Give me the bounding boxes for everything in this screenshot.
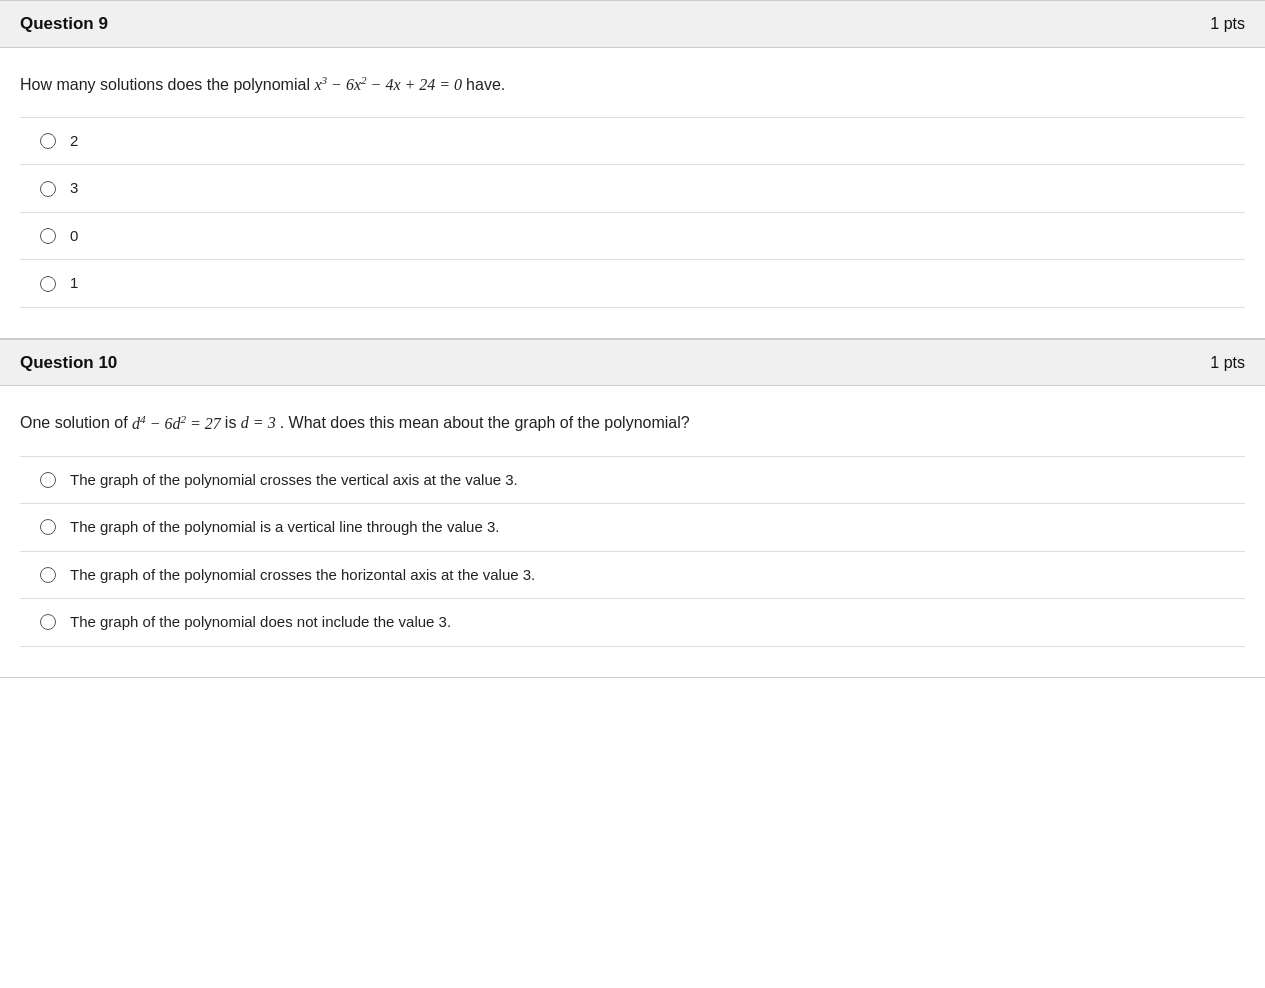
question-9-block: Question 9 1 pts How many solutions does…: [0, 0, 1265, 339]
option-label-q10-cv: The graph of the polynomial crosses the …: [70, 469, 518, 492]
option-label-q10-ni: The graph of the polynomial does not inc…: [70, 611, 451, 634]
question-10-pts: 1 pts: [1210, 351, 1245, 375]
question-10-option-crosses-vertical[interactable]: The graph of the polynomial crosses the …: [20, 457, 1245, 505]
question-9-text: How many solutions does the polynomial x…: [20, 72, 1245, 97]
question-10-header: Question 10 1 pts: [0, 339, 1265, 387]
question-10-option-not-include[interactable]: The graph of the polynomial does not inc…: [20, 599, 1245, 647]
radio-q10-ch: [40, 567, 56, 583]
question-10-block: Question 10 1 pts One solution of d4 − 6…: [0, 339, 1265, 678]
question-10-option-crosses-horizontal[interactable]: The graph of the polynomial crosses the …: [20, 552, 1245, 600]
radio-q10-cv: [40, 472, 56, 488]
option-label-q10-vl: The graph of the polynomial is a vertica…: [70, 516, 499, 539]
question-10-option-vertical-line[interactable]: The graph of the polynomial is a vertica…: [20, 504, 1245, 552]
question-10-text: One solution of d4 − 6d2 = 27 is d = 3 .…: [20, 410, 1245, 435]
radio-q10-ni: [40, 614, 56, 630]
question-9-option-1[interactable]: 1: [20, 260, 1245, 308]
option-label-q9-1: 1: [70, 272, 78, 295]
option-label-q10-ch: The graph of the polynomial crosses the …: [70, 564, 535, 587]
question-9-header: Question 9 1 pts: [0, 0, 1265, 48]
question-9-body: How many solutions does the polynomial x…: [0, 48, 1265, 318]
option-label-q9-0: 0: [70, 225, 78, 248]
radio-q9-0: [40, 228, 56, 244]
radio-q10-vl: [40, 519, 56, 535]
question-9-pts: 1 pts: [1210, 12, 1245, 36]
q10-spacer: [0, 657, 1265, 677]
question-9-option-2[interactable]: 2: [20, 118, 1245, 166]
question-9-option-3[interactable]: 3: [20, 165, 1245, 213]
question-10-math-d: d = 3: [241, 415, 280, 432]
option-label-q9-2: 2: [70, 130, 78, 153]
question-9-option-0[interactable]: 0: [20, 213, 1245, 261]
option-label-q9-3: 3: [70, 177, 78, 200]
question-9-options: 2 3 0 1: [20, 117, 1245, 308]
page-container: Question 9 1 pts How many solutions does…: [0, 0, 1265, 678]
question-9-math: x3 − 6x2 − 4x + 24 = 0: [314, 76, 466, 93]
question-10-body: One solution of d4 − 6d2 = 27 is d = 3 .…: [0, 386, 1265, 656]
q9-spacer: [0, 318, 1265, 338]
question-10-math: d4 − 6d2 = 27: [132, 415, 225, 432]
radio-q9-1: [40, 276, 56, 292]
question-9-title: Question 9: [20, 11, 108, 37]
question-10-title: Question 10: [20, 350, 117, 376]
question-10-options: The graph of the polynomial crosses the …: [20, 456, 1245, 647]
radio-q9-3: [40, 181, 56, 197]
radio-q9-2: [40, 133, 56, 149]
